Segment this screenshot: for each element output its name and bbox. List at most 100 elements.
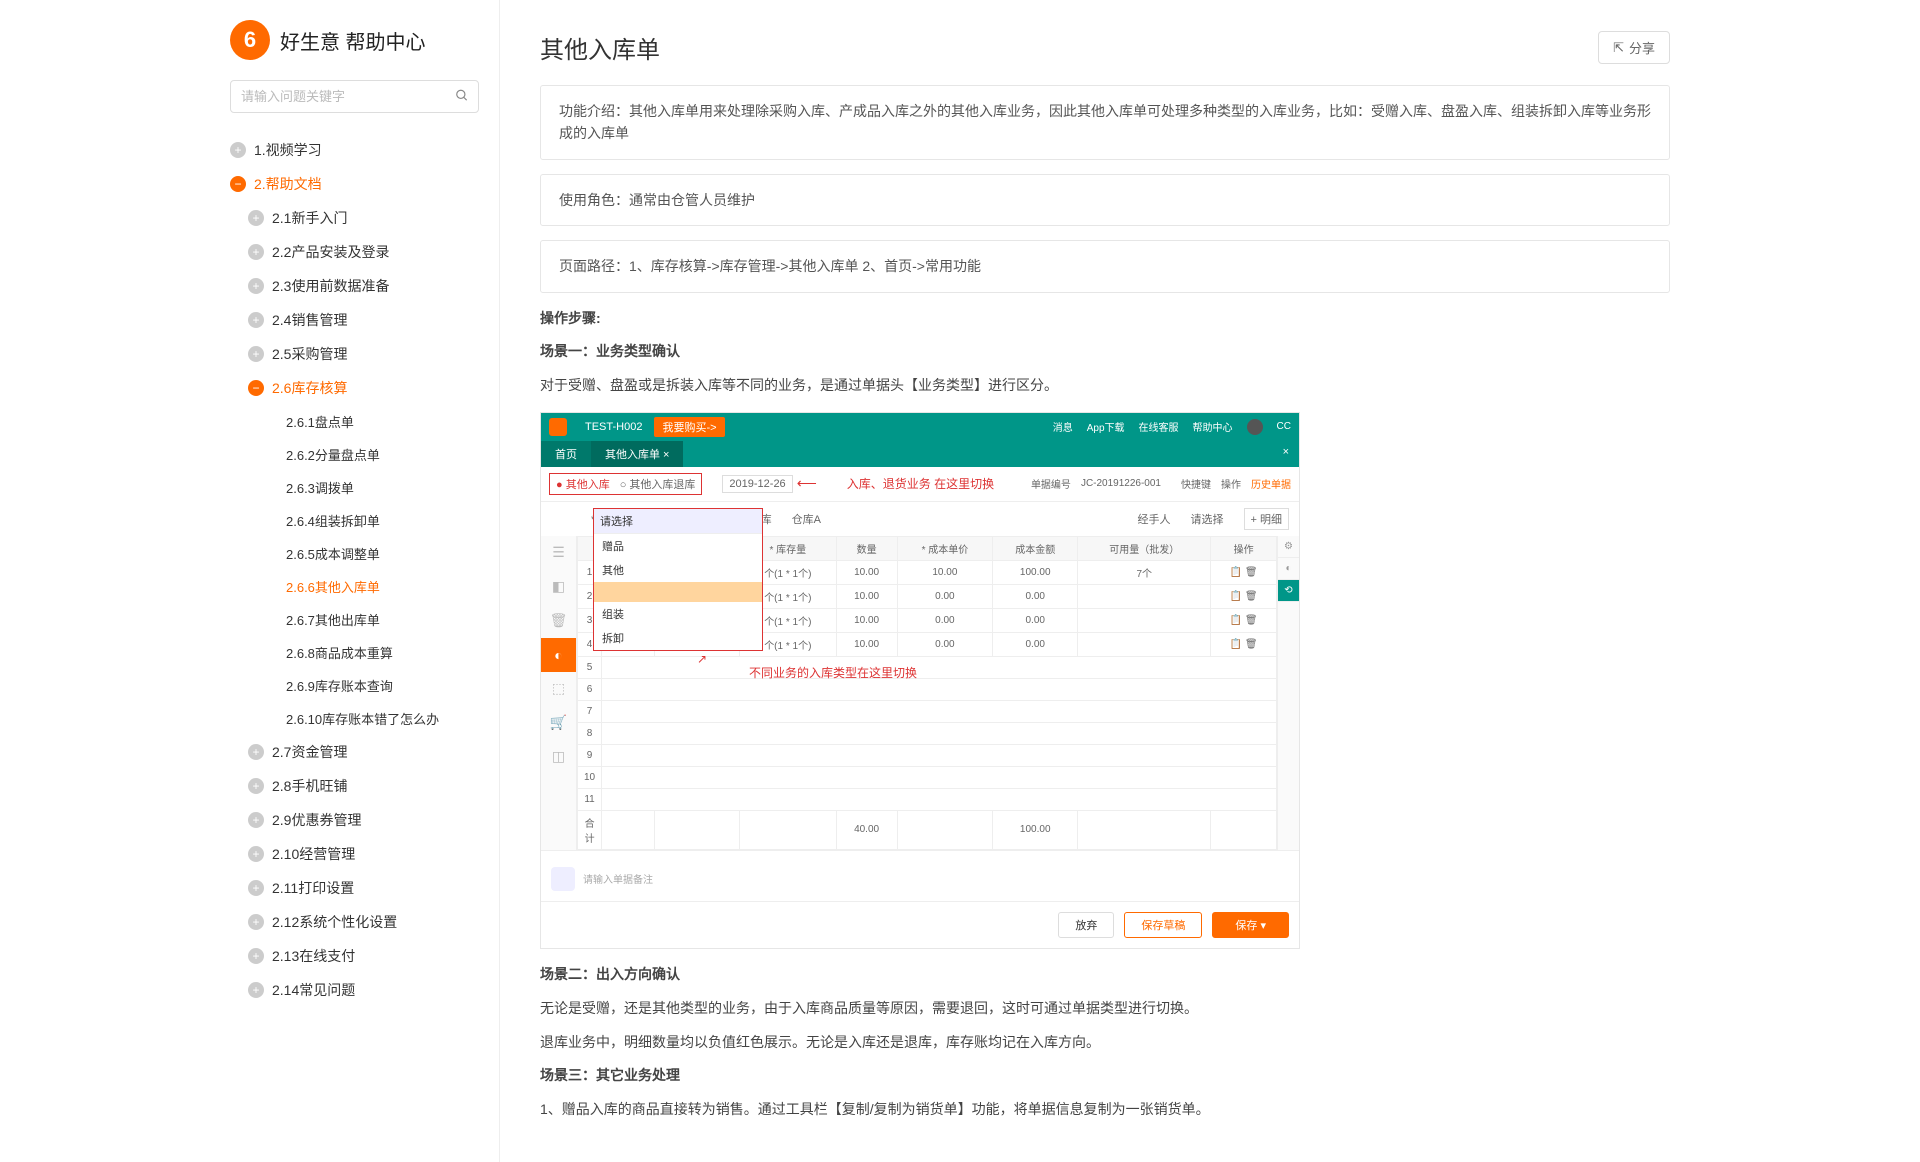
- nav-2-9[interactable]: +2.9优惠券管理: [230, 803, 479, 837]
- nav-2-7[interactable]: +2.7资金管理: [230, 735, 479, 769]
- nav-2-5[interactable]: +2.5采购管理: [230, 337, 479, 371]
- ss-tab-home: 首页: [541, 441, 591, 467]
- plus-icon: +: [248, 278, 264, 294]
- content-body: 操作步骤: 场景一：业务类型确认 对于受赠、盘盈或是拆装入库等不同的业务，是通过…: [540, 307, 1670, 1122]
- nav-2-6-4[interactable]: 2.6.4组装拆卸单: [230, 504, 479, 537]
- ss-left-nav: ☰ ◧ 🗑 ◐ ⬚ 🛒 ◫: [541, 536, 577, 850]
- ss-toolbar: ● 其他入库 ○ 其他入库退库 2019-12-26 ⟵ 入库、退货业务 在这里…: [541, 467, 1299, 502]
- nav-2-10[interactable]: +2.10经营管理: [230, 837, 479, 871]
- nav-2-4[interactable]: +2.4销售管理: [230, 303, 479, 337]
- ss-nav-icon: ☰: [541, 536, 576, 570]
- nav-2-13[interactable]: +2.13在线支付: [230, 939, 479, 973]
- ss-docno-label: 单据编号: [1031, 476, 1071, 491]
- ss-docno-value: JC-20191226-001: [1081, 478, 1161, 489]
- nav-2-6-2[interactable]: 2.6.2分量盘点单: [230, 438, 479, 471]
- embedded-screenshot: TEST-H002 我要购买-> 消息 App下载 在线客服 帮助中心 CC 首…: [540, 412, 1300, 949]
- nav-2-6-6[interactable]: 2.6.6其他入库单: [230, 570, 479, 603]
- ss-nav-icon: ◫: [541, 740, 576, 774]
- nav-2-6[interactable]: −2.6库存核算: [230, 371, 479, 405]
- scene1-desc: 对于受赠、盘盈或是拆装入库等不同的业务，是通过单据头【业务类型】进行区分。: [540, 374, 1670, 398]
- ss-add-detail: + 明细: [1244, 508, 1289, 530]
- plus-icon: +: [248, 244, 264, 260]
- ss-nav-icon: ◧: [541, 570, 576, 604]
- ss-avatar-icon: [1247, 419, 1263, 435]
- search-box: [230, 80, 479, 113]
- steps-heading: 操作步骤:: [540, 307, 1670, 331]
- plus-icon: +: [248, 744, 264, 760]
- nav-2-6-7[interactable]: 2.6.7其他出库单: [230, 603, 479, 636]
- ss-tool-icon: ⚙: [1278, 536, 1299, 558]
- plus-icon: +: [248, 812, 264, 828]
- ss-comment-placeholder: 请输入单据备注: [583, 871, 653, 886]
- ss-history: 历史单据: [1251, 476, 1291, 491]
- nav-2-2[interactable]: +2.2产品安装及登录: [230, 235, 479, 269]
- plus-icon: +: [248, 914, 264, 930]
- search-input[interactable]: [230, 80, 479, 113]
- ss-buy-button: 我要购买->: [654, 417, 724, 437]
- ss-nav-icon: ⬚: [541, 672, 576, 706]
- ss-table-row: 10: [578, 766, 1277, 788]
- scene3-p1: 1、赠品入库的商品直接转为销售。通过工具栏【复制/复制为销货单】功能，将单据信息…: [540, 1098, 1670, 1122]
- nav-tree: +1.视频学习 −2.帮助文档 +2.1新手入门 +2.2产品安装及登录 +2.…: [230, 133, 479, 1007]
- nav-2-1[interactable]: +2.1新手入门: [230, 201, 479, 235]
- ss-help-icon: 帮助中心: [1193, 419, 1233, 434]
- ss-save-button: 保存 ▾: [1212, 912, 1289, 938]
- sidebar: 6 好生意 帮助中心 +1.视频学习 −2.帮助文档 +2.1新手入门 +2.2…: [210, 0, 500, 1162]
- ss-table-row: 5: [578, 656, 1277, 678]
- plus-icon: +: [248, 880, 264, 896]
- scene2-title: 场景二：出入方向确认: [540, 963, 1670, 987]
- ss-draft-button: 保存草稿: [1124, 912, 1202, 938]
- ss-tool-icon: ⟲: [1278, 580, 1299, 602]
- ss-table-row: 6: [578, 678, 1277, 700]
- share-button[interactable]: ⇱ 分享: [1598, 31, 1670, 64]
- ss-total-row: 合计40.00100.00: [578, 810, 1277, 849]
- ss-nav-icon: ◐: [541, 638, 576, 672]
- ss-table-row: 11: [578, 788, 1277, 810]
- plus-icon: +: [248, 312, 264, 328]
- plus-icon: +: [248, 210, 264, 226]
- ss-arrow-icon: ↗: [697, 652, 707, 666]
- ss-msg-icon: 消息: [1053, 419, 1073, 434]
- ss-annotation-1: 入库、退货业务 在这里切换: [847, 475, 994, 492]
- nav-2-6-5[interactable]: 2.6.5成本调整单: [230, 537, 479, 570]
- ss-footer: 请输入单据备注: [541, 850, 1299, 901]
- logo: 6 好生意 帮助中心: [230, 20, 479, 60]
- ss-nav-icon: 🛒: [541, 706, 576, 740]
- scene2-p1: 无论是受赠，还是其他类型的业务，由于入库商品质量等原因，需要退回，这时可通过单据…: [540, 997, 1670, 1021]
- nav-2-12[interactable]: +2.12系统个性化设置: [230, 905, 479, 939]
- search-icon[interactable]: [455, 88, 469, 105]
- main-content: 其他入库单 ⇱ 分享 功能介绍：其他入库单用来处理除采购入库、产成品入库之外的其…: [500, 0, 1710, 1162]
- ss-shortcut: 快捷键: [1181, 476, 1211, 491]
- nav-2-6-8[interactable]: 2.6.8商品成本重算: [230, 636, 479, 669]
- ss-top-header: TEST-H002 我要购买-> 消息 App下载 在线客服 帮助中心 CC: [541, 413, 1299, 441]
- scene3-title: 场景三：其它业务处理: [540, 1064, 1670, 1088]
- nav-2-3[interactable]: +2.3使用前数据准备: [230, 269, 479, 303]
- nav-2-8[interactable]: +2.8手机旺铺: [230, 769, 479, 803]
- nav-2[interactable]: −2.帮助文档: [230, 167, 479, 201]
- scene2-p2: 退库业务中，明细数量均以负值红色展示。无论是入库还是退库，库存账均记在入库方向。: [540, 1031, 1670, 1055]
- nav-2-14[interactable]: +2.14常见问题: [230, 973, 479, 1007]
- ss-annotation-2: 不同业务的入库类型在这里切换: [749, 664, 917, 681]
- ss-biztype-dropdown: 请选择 赠品 其他 组装 拆卸: [593, 508, 763, 651]
- ss-data-table: 请选择 赠品 其他 组装 拆卸 ⟵ ↗ 不同业务的入库类型在这里切换: [577, 536, 1277, 850]
- info-box-path: 页面路径：1、库存核算->库存管理->其他入库单 2、首页->常用功能: [540, 240, 1670, 292]
- nav-2-6-9[interactable]: 2.6.9库存账本查询: [230, 669, 479, 702]
- logo-text: 好生意 帮助中心: [280, 26, 426, 55]
- nav-1[interactable]: +1.视频学习: [230, 133, 479, 167]
- nav-2-6-1[interactable]: 2.6.1盘点单: [230, 405, 479, 438]
- ss-side-tools: ⚙ ◐ ⟲: [1277, 536, 1299, 850]
- plus-icon: +: [248, 948, 264, 964]
- logo-icon: 6: [230, 20, 270, 60]
- ss-tab-doc: 其他入库单 ×: [591, 441, 683, 467]
- share-icon: ⇱: [1613, 40, 1624, 56]
- nav-2-6-10[interactable]: 2.6.10库存账本错了怎么办: [230, 702, 479, 735]
- ss-tenant: TEST-H002: [585, 421, 642, 433]
- nav-2-6-3[interactable]: 2.6.3调拨单: [230, 471, 479, 504]
- ss-table-row: 9: [578, 744, 1277, 766]
- ss-close-icon: ×: [1273, 441, 1299, 467]
- ss-comment-icon: [551, 867, 575, 891]
- nav-2-11[interactable]: +2.11打印设置: [230, 871, 479, 905]
- info-box-role: 使用角色：通常由仓管人员维护: [540, 174, 1670, 226]
- ss-nav-icon: 🗑: [541, 604, 576, 638]
- plus-icon: +: [248, 346, 264, 362]
